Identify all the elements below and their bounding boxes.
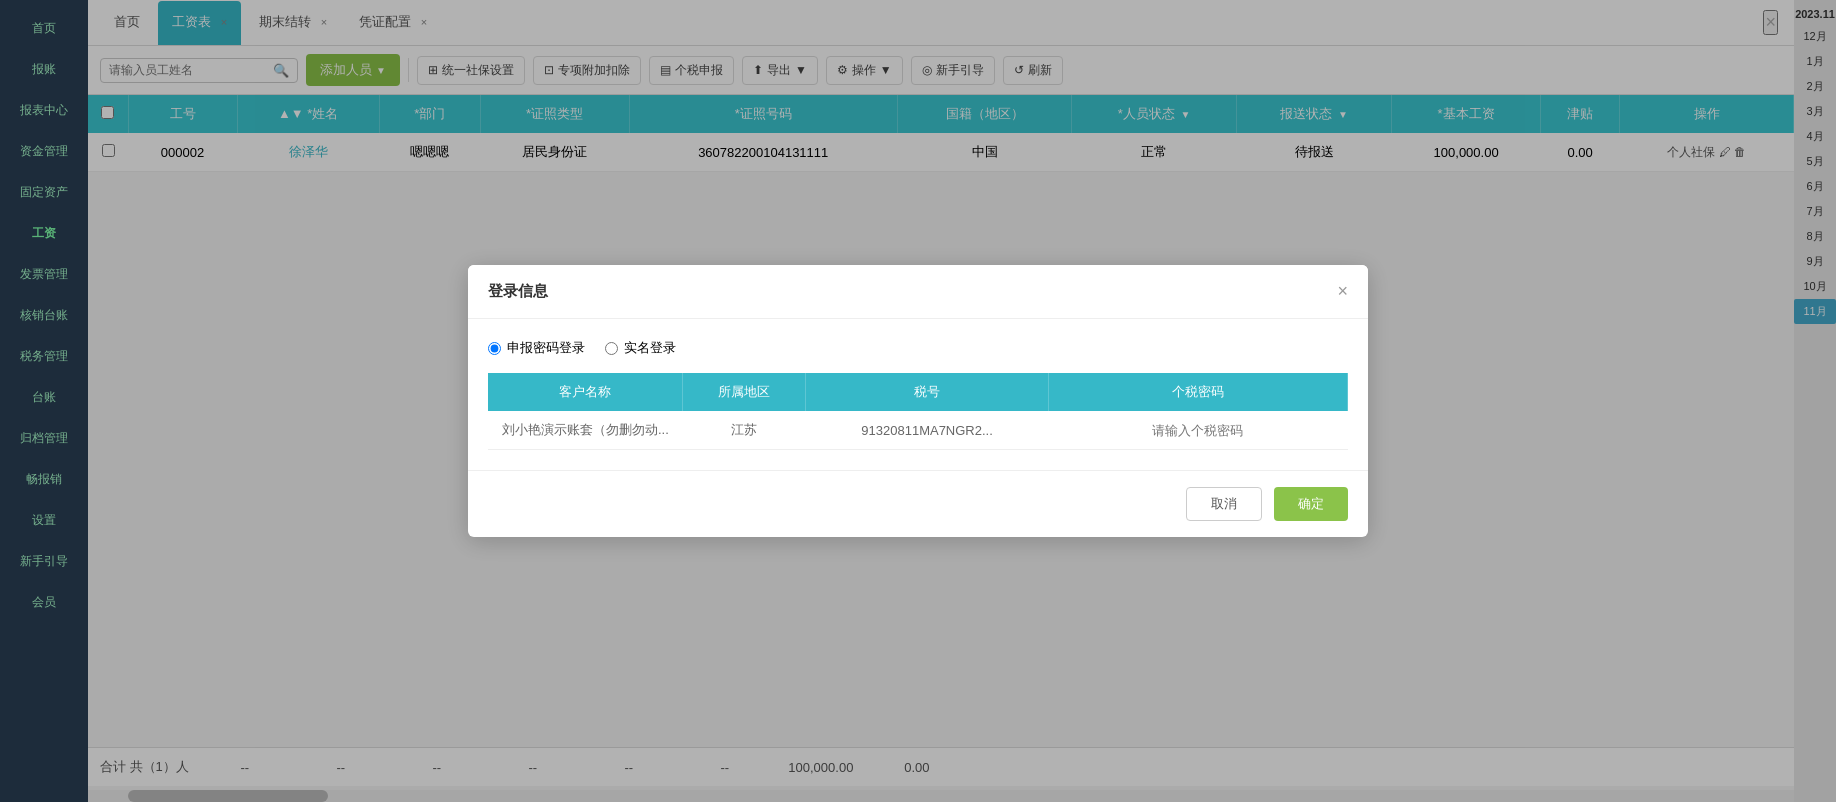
modal-body: 申报密码登录 实名登录 客户名称 所属地区 税号 个税密码 — [468, 319, 1368, 470]
modal-cell-client-name: 刘小艳演示账套（勿删勿动... — [488, 411, 683, 450]
modal-col-region: 所属地区 — [683, 373, 806, 411]
modal-close-button[interactable]: × — [1337, 281, 1348, 302]
login-type-radio-group: 申报密码登录 实名登录 — [488, 339, 1348, 357]
modal-col-tax-password: 个税密码 — [1048, 373, 1347, 411]
login-modal: 登录信息 × 申报密码登录 实名登录 客户名称 所属地区 — [468, 265, 1368, 537]
confirm-button[interactable]: 确定 — [1274, 487, 1348, 521]
tax-password-input[interactable] — [1062, 423, 1333, 438]
radio-password-input[interactable] — [488, 342, 501, 355]
modal-header: 登录信息 × — [468, 265, 1368, 319]
radio-realname-input[interactable] — [605, 342, 618, 355]
radio-password-login[interactable]: 申报密码登录 — [488, 339, 585, 357]
modal-title: 登录信息 — [488, 282, 548, 301]
modal-table-row: 刘小艳演示账套（勿删勿动... 江苏 91320811MA7NGR2... — [488, 411, 1348, 450]
radio-realname-login[interactable]: 实名登录 — [605, 339, 676, 357]
client-table: 客户名称 所属地区 税号 个税密码 刘小艳演示账套（勿删勿动... 江苏 913… — [488, 373, 1348, 450]
modal-col-tax-number: 税号 — [806, 373, 1048, 411]
modal-col-client: 客户名称 — [488, 373, 683, 411]
modal-footer: 取消 确定 — [468, 470, 1368, 537]
modal-cell-tax-number: 91320811MA7NGR2... — [806, 411, 1048, 450]
modal-cell-region: 江苏 — [683, 411, 806, 450]
modal-overlay: 登录信息 × 申报密码登录 实名登录 客户名称 所属地区 — [0, 0, 1836, 802]
cancel-button[interactable]: 取消 — [1186, 487, 1262, 521]
modal-cell-tax-password[interactable] — [1048, 411, 1347, 450]
